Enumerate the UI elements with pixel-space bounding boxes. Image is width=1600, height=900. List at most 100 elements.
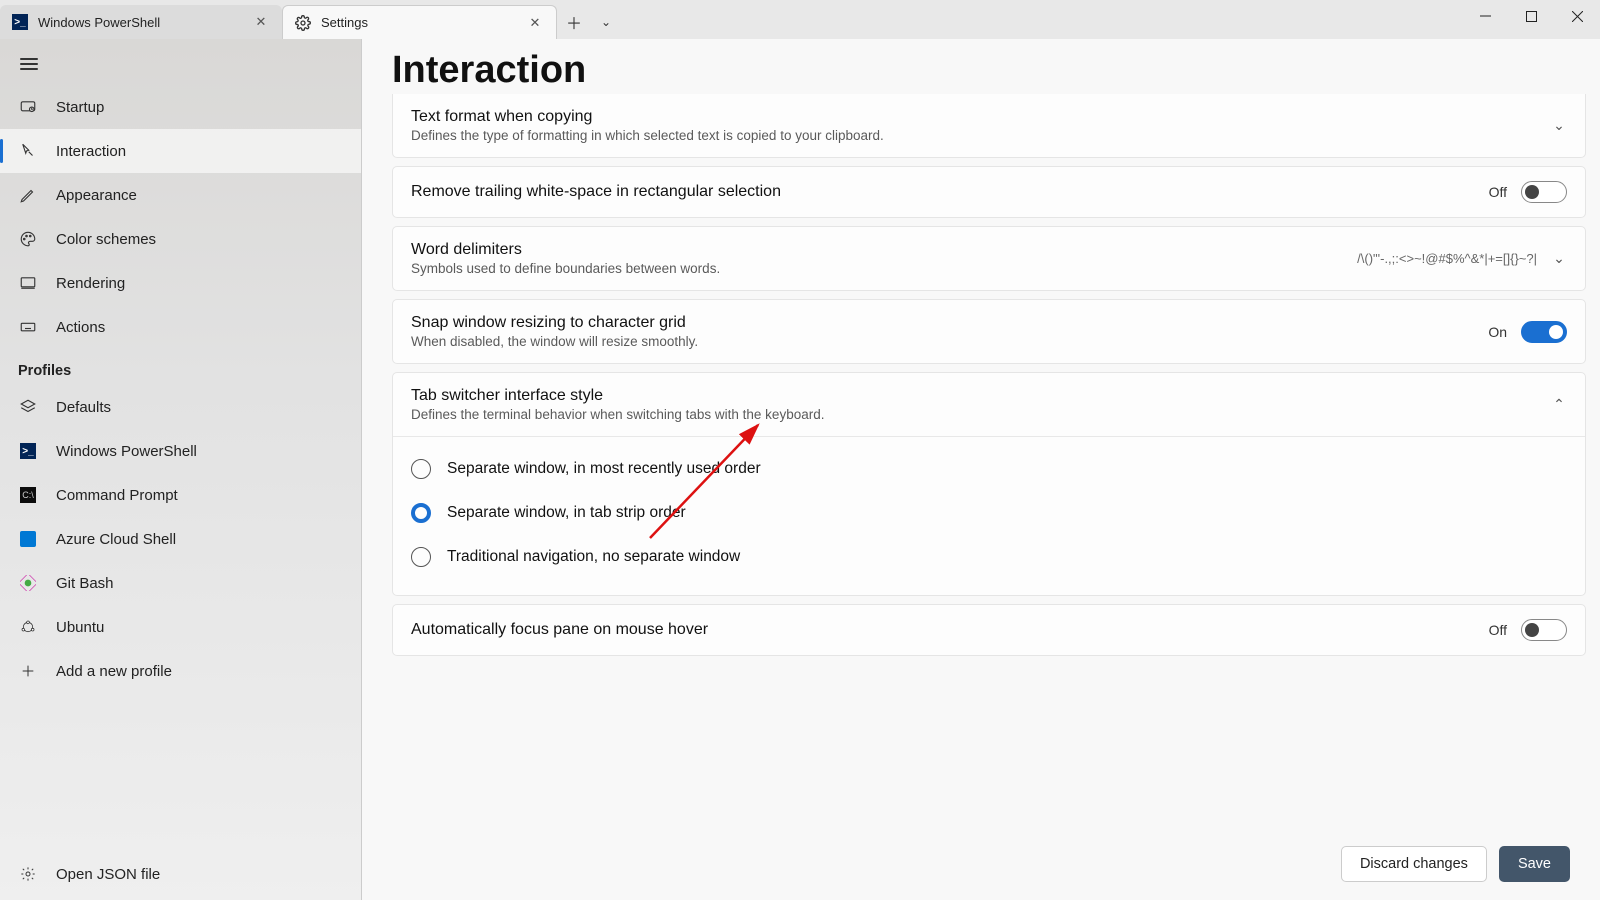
profiles-header: Profiles — [0, 349, 361, 385]
radio-icon — [411, 503, 431, 523]
toggle-state-label: On — [1488, 324, 1507, 340]
tab-settings[interactable]: Settings ✕ — [282, 5, 557, 39]
keyboard-icon — [18, 317, 38, 337]
tab-label: Windows PowerShell — [38, 15, 160, 30]
discard-button[interactable]: Discard changes — [1341, 846, 1487, 882]
sidebar-item-startup[interactable]: Startup — [0, 85, 361, 129]
sidebar-item-colorschemes[interactable]: Color schemes — [0, 217, 361, 261]
toggle-switch[interactable] — [1521, 181, 1567, 203]
radio-option-traditional[interactable]: Traditional navigation, no separate wind… — [393, 535, 1585, 579]
plus-icon — [18, 661, 38, 681]
sidebar-item-label: Command Prompt — [56, 487, 178, 504]
footer: Discard changes Save — [362, 832, 1600, 900]
close-icon[interactable]: ✕ — [252, 13, 270, 31]
maximize-button[interactable] — [1508, 0, 1554, 32]
sidebar-item-label: Color schemes — [56, 231, 156, 248]
gitbash-icon — [18, 573, 38, 593]
hamburger-button[interactable] — [0, 39, 361, 85]
sidebar-item-label: Startup — [56, 99, 104, 116]
setting-desc: Symbols used to define boundaries betwee… — [411, 261, 1357, 276]
toggle-switch[interactable] — [1521, 619, 1567, 641]
powershell-icon: >_ — [18, 441, 38, 461]
rendering-icon — [18, 273, 38, 293]
appearance-icon — [18, 185, 38, 205]
setting-title: Text format when copying — [411, 108, 1551, 126]
radio-option-mru[interactable]: Separate window, in most recently used o… — [393, 447, 1585, 491]
sidebar-item-label: Windows PowerShell — [56, 443, 197, 460]
sidebar-profile-defaults[interactable]: Defaults — [0, 385, 361, 429]
setting-tab-switcher-style: Tab switcher interface style Defines the… — [392, 372, 1586, 596]
tab-label: Settings — [321, 15, 368, 30]
sidebar-item-label: Ubuntu — [56, 619, 104, 636]
sidebar-profile-cmd[interactable]: C:\ Command Prompt — [0, 473, 361, 517]
palette-icon — [18, 229, 38, 249]
sidebar: Startup Interaction Appearance Color sch… — [0, 39, 362, 900]
cmd-icon: C:\ — [18, 485, 38, 505]
sidebar-item-label: Git Bash — [56, 575, 114, 592]
minimize-button[interactable] — [1462, 0, 1508, 32]
interaction-icon — [18, 141, 38, 161]
sidebar-item-label: Interaction — [56, 143, 126, 160]
layers-icon — [18, 397, 38, 417]
chevron-down-icon: ⌄ — [1551, 250, 1567, 267]
setting-remove-trailing-whitespace[interactable]: Remove trailing white-space in rectangul… — [392, 166, 1586, 218]
setting-text-format-copying[interactable]: Text format when copying Defines the typ… — [392, 94, 1586, 158]
setting-auto-focus-hover[interactable]: Automatically focus pane on mouse hover … — [392, 604, 1586, 656]
setting-title: Automatically focus pane on mouse hover — [411, 621, 1489, 639]
sidebar-item-label: Defaults — [56, 399, 111, 416]
tab-bar: >_ Windows PowerShell ✕ Settings ✕ ＋ ⌄ — [0, 0, 1600, 39]
sidebar-item-label: Actions — [56, 319, 105, 336]
page-title: Interaction — [362, 39, 1600, 94]
setting-desc: Defines the terminal behavior when switc… — [411, 407, 1551, 422]
azure-icon — [18, 529, 38, 549]
main-content: Interaction Text format when copying Def… — [362, 39, 1600, 900]
radio-label: Separate window, in tab strip order — [447, 504, 686, 522]
setting-title: Snap window resizing to character grid — [411, 314, 1488, 332]
sidebar-item-actions[interactable]: Actions — [0, 305, 361, 349]
setting-value: /\()"'-.,;:<>~!@#$%^&*|+=[]{}~?| — [1357, 251, 1537, 266]
sidebar-add-profile[interactable]: Add a new profile — [0, 649, 361, 693]
sidebar-profile-powershell[interactable]: >_ Windows PowerShell — [0, 429, 361, 473]
ubuntu-icon — [18, 617, 38, 637]
sidebar-item-rendering[interactable]: Rendering — [0, 261, 361, 305]
radio-option-tabstrip[interactable]: Separate window, in tab strip order — [393, 491, 1585, 535]
sidebar-item-label: Open JSON file — [56, 866, 160, 883]
sidebar-profile-azure[interactable]: Azure Cloud Shell — [0, 517, 361, 561]
gear-icon — [295, 15, 311, 31]
radio-icon — [411, 547, 431, 567]
setting-title: Remove trailing white-space in rectangul… — [411, 183, 1489, 201]
setting-header[interactable]: Tab switcher interface style Defines the… — [393, 373, 1585, 437]
save-button[interactable]: Save — [1499, 846, 1570, 882]
radio-icon — [411, 459, 431, 479]
setting-snap-resize[interactable]: Snap window resizing to character grid W… — [392, 299, 1586, 364]
setting-title: Tab switcher interface style — [411, 387, 1551, 405]
sidebar-item-label: Azure Cloud Shell — [56, 531, 176, 548]
chevron-up-icon: ⌃ — [1551, 396, 1567, 413]
radio-label: Separate window, in most recently used o… — [447, 460, 761, 478]
toggle-switch[interactable] — [1521, 321, 1567, 343]
window-controls — [1462, 0, 1600, 39]
setting-title: Word delimiters — [411, 241, 1357, 259]
sidebar-open-json[interactable]: Open JSON file — [0, 852, 361, 896]
setting-word-delimiters[interactable]: Word delimiters Symbols used to define b… — [392, 226, 1586, 291]
close-window-button[interactable] — [1554, 0, 1600, 32]
chevron-down-icon: ⌄ — [1551, 117, 1567, 134]
setting-desc: Defines the type of formatting in which … — [411, 128, 1551, 143]
new-tab-button[interactable]: ＋ — [557, 5, 591, 39]
gear-icon — [18, 864, 38, 884]
toggle-state-label: Off — [1489, 184, 1507, 200]
sidebar-item-appearance[interactable]: Appearance — [0, 173, 361, 217]
setting-desc: When disabled, the window will resize sm… — [411, 334, 1488, 349]
tab-dropdown-button[interactable]: ⌄ — [591, 5, 621, 39]
radio-label: Traditional navigation, no separate wind… — [447, 548, 740, 566]
sidebar-profile-gitbash[interactable]: Git Bash — [0, 561, 361, 605]
sidebar-profile-ubuntu[interactable]: Ubuntu — [0, 605, 361, 649]
toggle-state-label: Off — [1489, 622, 1507, 638]
sidebar-item-label: Rendering — [56, 275, 125, 292]
close-icon[interactable]: ✕ — [526, 14, 544, 32]
startup-icon — [18, 97, 38, 117]
button-label: Discard changes — [1360, 856, 1468, 872]
sidebar-item-interaction[interactable]: Interaction — [0, 129, 361, 173]
sidebar-item-label: Add a new profile — [56, 663, 172, 680]
tab-powershell[interactable]: >_ Windows PowerShell ✕ — [0, 5, 282, 39]
